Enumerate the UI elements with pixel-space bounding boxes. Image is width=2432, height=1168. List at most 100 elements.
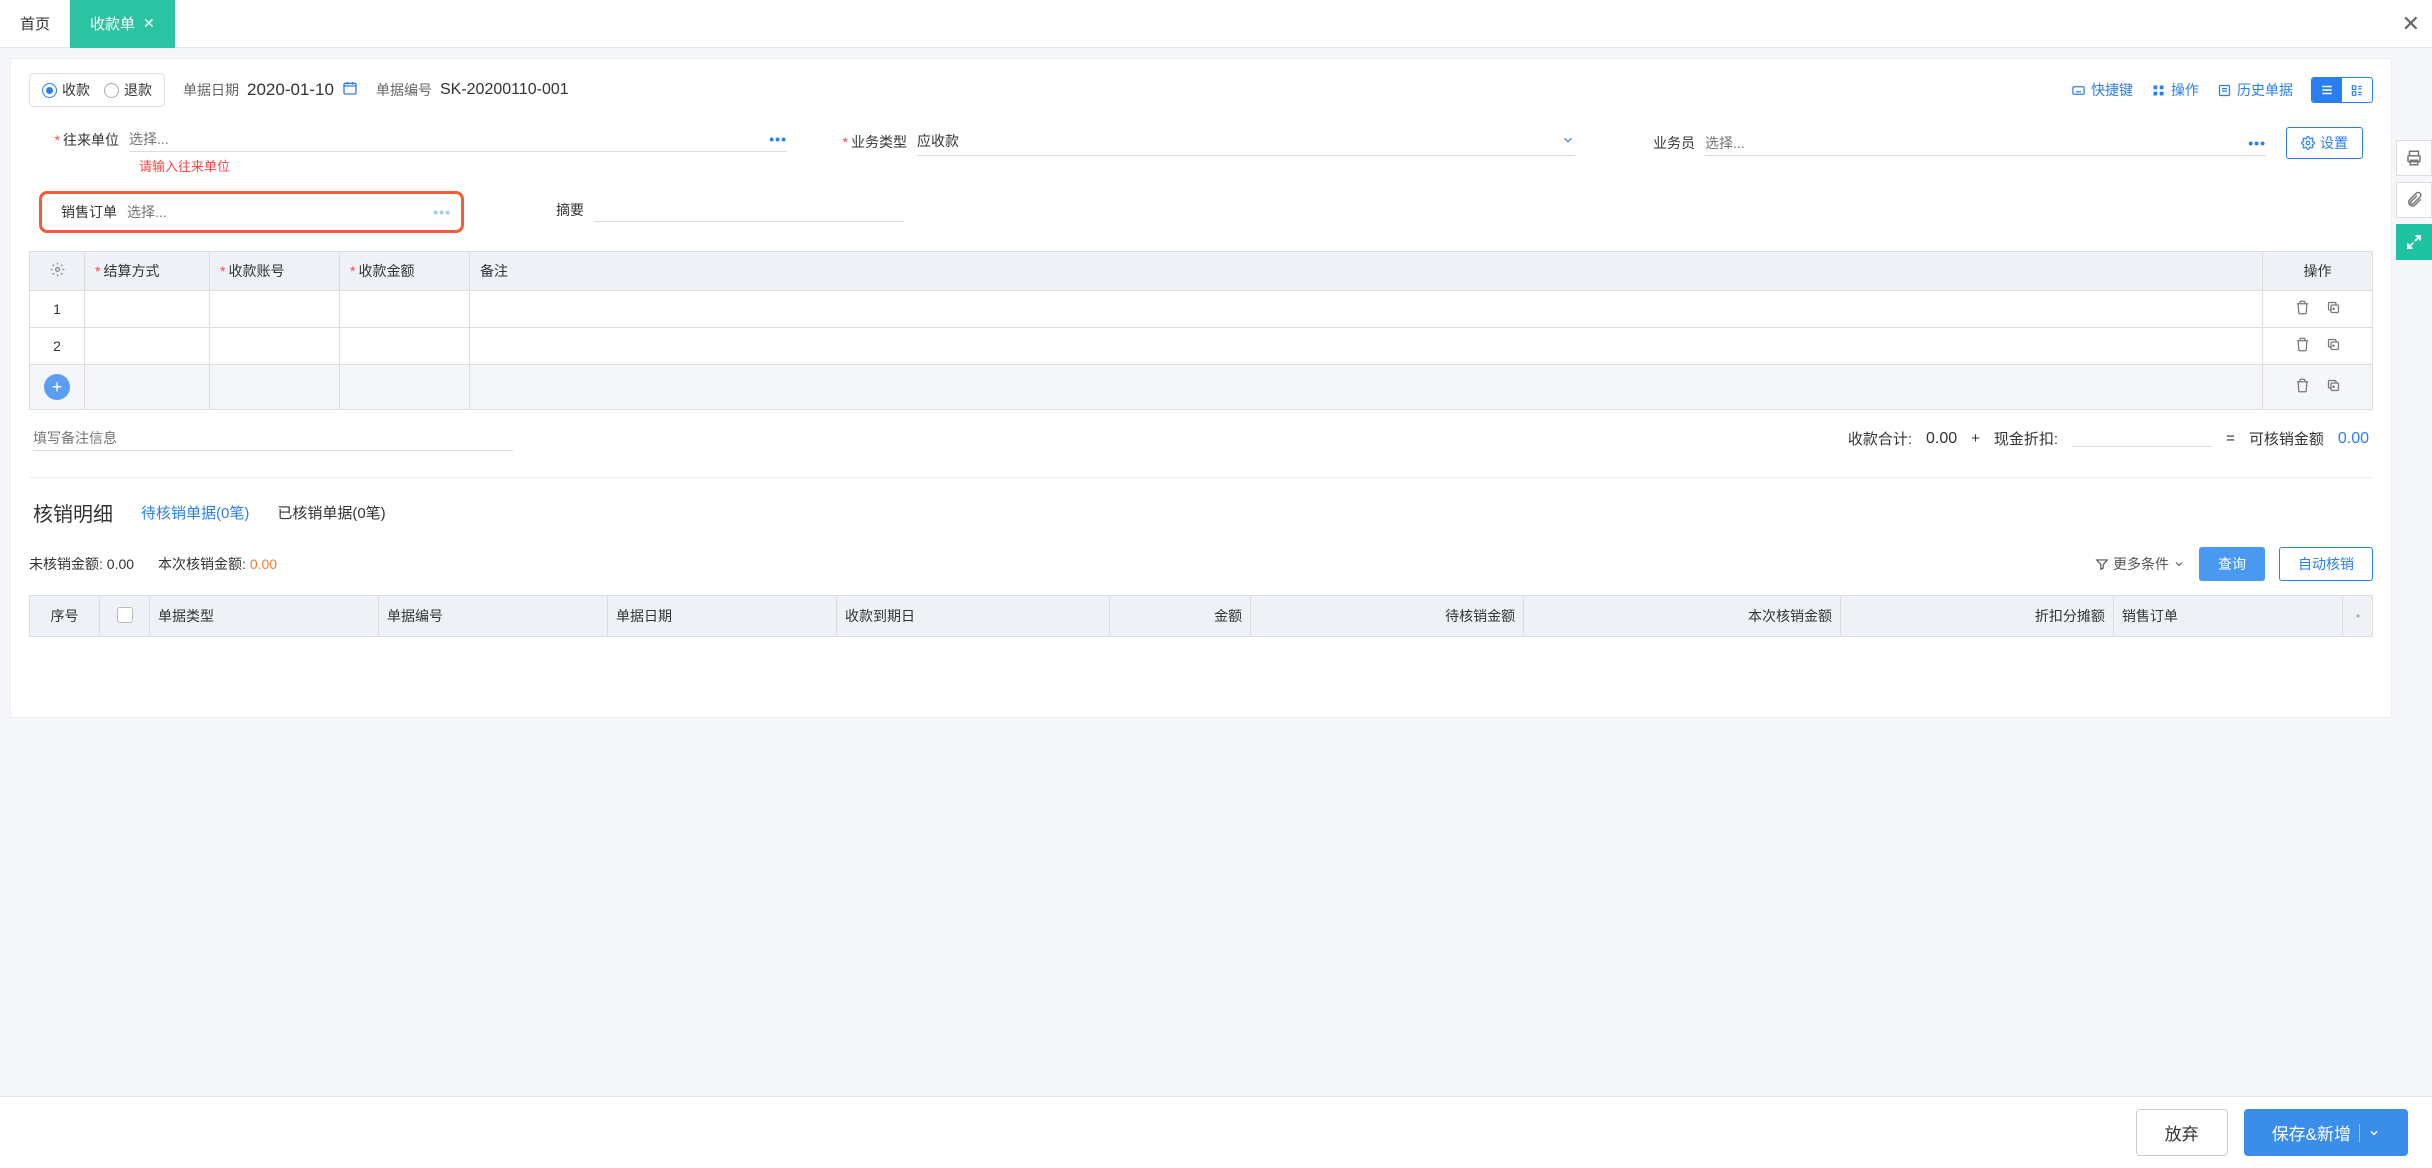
doc-no-value: SK-20200110-001 <box>440 81 569 99</box>
cell-acct[interactable] <box>210 365 340 410</box>
add-row-button[interactable]: + <box>44 374 70 400</box>
close-icon[interactable]: ✕ <box>143 15 155 32</box>
gear-icon <box>2301 136 2315 150</box>
doc-date-value[interactable]: 2020-01-10 <box>247 80 334 100</box>
partner-field: *往来单位 ••• <box>39 127 787 152</box>
form-grid: *往来单位 ••• 请输入往来单位 *业务类型 应收款 业务员 <box>29 107 2373 185</box>
radio-icon <box>42 83 57 98</box>
entry-table: *结算方式 *收款账号 *收款金额 备注 操作 1 2 <box>29 251 2373 410</box>
tab-receipt[interactable]: 收款单 ✕ <box>70 0 175 48</box>
operator-field: 业务员 ••• <box>1615 131 2266 156</box>
cancel-button[interactable]: 放弃 <box>2136 1109 2228 1156</box>
calendar-icon[interactable] <box>342 80 358 101</box>
copy-row-icon[interactable] <box>2326 378 2341 396</box>
rail-attach-icon[interactable] <box>2396 182 2432 218</box>
cash-discount-input[interactable] <box>2072 431 2212 447</box>
current-label: 本次核销金额: <box>158 556 246 572</box>
doc-no-field: 单据编号 SK-20200110-001 <box>376 80 569 100</box>
cell-settle[interactable] <box>85 291 210 328</box>
keyboard-icon <box>2071 83 2086 98</box>
delete-row-icon[interactable] <box>2295 337 2310 355</box>
chevron-down-icon <box>2368 1127 2380 1139</box>
cell-remark[interactable] <box>470 291 2263 328</box>
biztype-value: 应收款 <box>917 131 1561 151</box>
auto-writeoff-button[interactable]: 自动核销 <box>2279 547 2373 581</box>
cell-settle[interactable] <box>85 365 210 410</box>
cell-amt[interactable] <box>340 291 470 328</box>
settings-button[interactable]: 设置 <box>2286 127 2363 159</box>
radio-receipt-label: 收款 <box>62 80 90 100</box>
cell-amt[interactable] <box>340 328 470 365</box>
operator-label: 业务员 <box>1653 135 1695 151</box>
delete-row-icon[interactable] <box>2295 300 2310 318</box>
wo-col-pending: 待核销金额 <box>1251 596 1524 637</box>
partner-input-wrap[interactable]: ••• <box>129 127 787 152</box>
copy-row-icon[interactable] <box>2326 337 2341 355</box>
divider <box>29 477 2373 478</box>
tab-pending[interactable]: 待核销单据(0笔) <box>141 502 249 523</box>
operate-link[interactable]: 操作 <box>2151 80 2199 100</box>
delete-row-icon[interactable] <box>2295 378 2310 396</box>
plus-sign: + <box>1971 430 1980 447</box>
summary-input-wrap[interactable] <box>594 197 904 222</box>
picker-icon[interactable]: ••• <box>433 204 451 220</box>
history-icon <box>2217 83 2232 98</box>
receipt-type-radio-group: 收款 退款 <box>29 73 165 107</box>
select-all-checkbox[interactable] <box>117 607 133 623</box>
radio-refund[interactable]: 退款 <box>104 80 152 100</box>
picker-icon[interactable]: ••• <box>2248 135 2266 151</box>
remark-input[interactable] <box>33 426 513 451</box>
copy-row-icon[interactable] <box>2326 300 2341 318</box>
radio-receipt[interactable]: 收款 <box>42 80 90 100</box>
cell-settle[interactable] <box>85 328 210 365</box>
query-button[interactable]: 查询 <box>2199 547 2265 581</box>
sales-order-input[interactable] <box>127 204 433 220</box>
shortcut-link[interactable]: 快捷键 <box>2071 80 2133 100</box>
picker-icon[interactable]: ••• <box>769 131 787 147</box>
gear-icon <box>50 264 65 280</box>
summary-input[interactable] <box>594 201 904 217</box>
doc-no-label: 单据编号 <box>376 80 432 100</box>
col-settle-header: 结算方式 <box>103 263 159 279</box>
history-link[interactable]: 历史单据 <box>2217 80 2293 100</box>
summary-row: 收款合计: 0.00 + 现金折扣: = 可核销金额 0.00 <box>29 410 2373 467</box>
view-list-icon[interactable] <box>2312 78 2342 102</box>
cell-acct[interactable] <box>210 328 340 365</box>
equals-sign: = <box>2226 430 2235 447</box>
rail-expand-icon[interactable] <box>2396 224 2432 260</box>
rail-print-icon[interactable] <box>2396 140 2432 176</box>
view-detail-icon[interactable] <box>2342 78 2372 102</box>
wo-col-no: 单据编号 <box>379 596 608 637</box>
save-button[interactable]: 保存&新增 <box>2244 1109 2408 1156</box>
chevron-down-icon <box>2173 558 2185 570</box>
biztype-select[interactable]: 应收款 <box>917 127 1575 156</box>
col-amt-header: 收款金额 <box>358 263 414 279</box>
cell-amt[interactable] <box>340 365 470 410</box>
scroll-arrows[interactable] <box>2343 596 2373 637</box>
partner-input[interactable] <box>129 131 769 147</box>
wo-col-current: 本次核销金额 <box>1524 596 1841 637</box>
wo-col-seq: 序号 <box>30 596 100 637</box>
wo-col-amt: 金额 <box>1109 596 1250 637</box>
biztype-label: 业务类型 <box>851 134 907 150</box>
tab-home[interactable]: 首页 <box>0 0 70 48</box>
col-remark-header: 备注 <box>480 263 508 279</box>
cell-remark[interactable] <box>470 365 2263 410</box>
cell-remark[interactable] <box>470 328 2263 365</box>
sales-order-input-wrap[interactable]: ••• <box>127 200 451 224</box>
operator-input[interactable] <box>1705 135 2248 151</box>
tab-done[interactable]: 已核销单据(0笔) <box>277 502 385 523</box>
partner-error: 请输入往来单位 <box>139 156 787 175</box>
grid-icon <box>2151 83 2166 98</box>
writeoff-header: 核销明细 待核销单据(0笔) 已核销单据(0笔) <box>29 498 2373 547</box>
cell-acct[interactable] <box>210 291 340 328</box>
partner-field-wrap: *往来单位 ••• 请输入往来单位 <box>39 127 787 175</box>
col-gear[interactable] <box>30 252 85 291</box>
radio-refund-label: 退款 <box>124 80 152 100</box>
more-filter-link[interactable]: 更多条件 <box>2095 554 2185 574</box>
doc-date-label: 单据日期 <box>183 80 239 100</box>
summary-label: 摘要 <box>556 202 584 218</box>
writeoff-table: 序号 单据类型 单据编号 单据日期 收款到期日 金额 待核销金额 本次核销金额 … <box>29 595 2373 637</box>
operator-input-wrap[interactable]: ••• <box>1705 131 2266 156</box>
close-all-tabs-icon[interactable]: ✕ <box>2402 11 2420 37</box>
